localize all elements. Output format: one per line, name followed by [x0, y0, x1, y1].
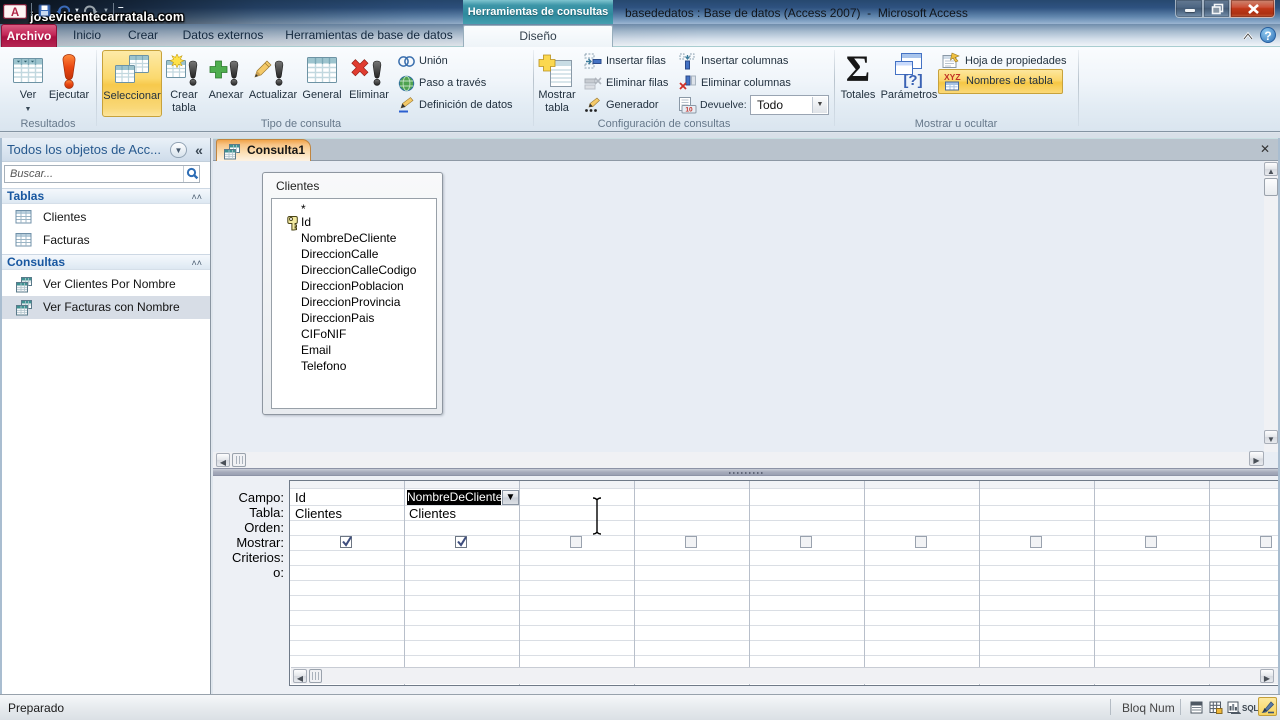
svg-text:A: A [11, 7, 19, 19]
svg-text:10: 10 [685, 107, 693, 114]
svg-text:[?]: [?] [903, 72, 922, 88]
svg-text:XYZ: XYZ [944, 72, 961, 82]
